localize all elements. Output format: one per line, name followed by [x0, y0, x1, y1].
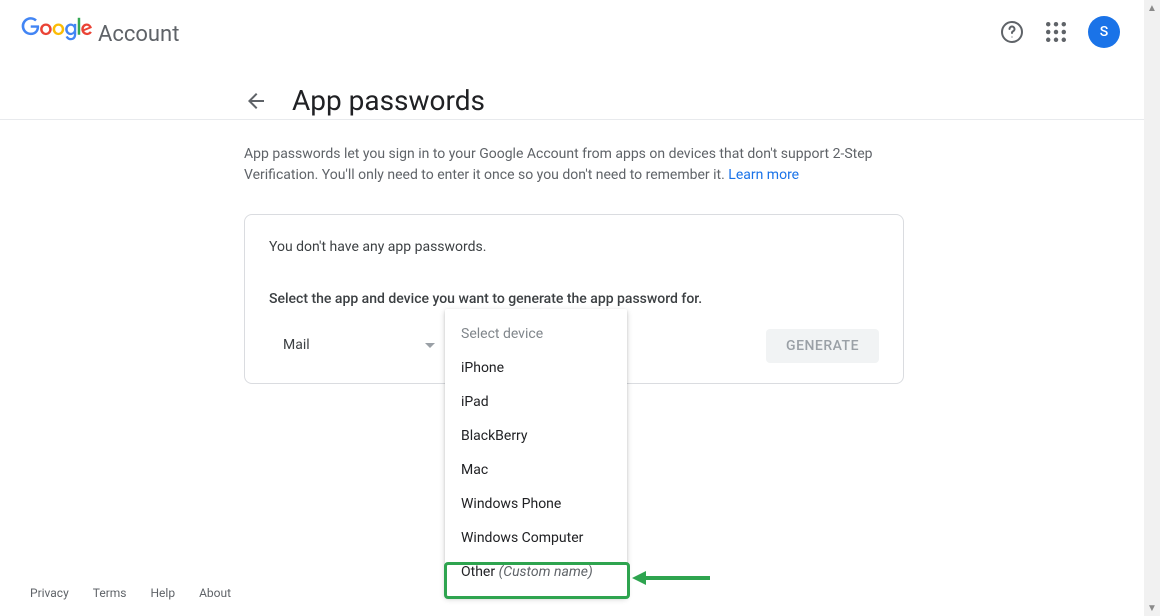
footer-link-about[interactable]: About: [199, 586, 231, 600]
other-hint: (Custom name): [499, 564, 593, 580]
instruction-text: Select the app and device you want to ge…: [269, 291, 879, 307]
header: Account S: [0, 0, 1144, 64]
device-option-windows-phone[interactable]: Windows Phone: [445, 487, 627, 521]
footer-link-privacy[interactable]: Privacy: [30, 586, 69, 600]
device-option-mac[interactable]: Mac: [445, 453, 627, 487]
scrollbar[interactable]: ▲ ▼: [1144, 0, 1160, 616]
page-description: App passwords let you sign in to your Go…: [244, 144, 904, 186]
select-device-dropdown-menu: Select device iPhone iPad BlackBerry Mac…: [445, 309, 627, 597]
annotation-arrow-icon: [632, 568, 712, 588]
footer-link-terms[interactable]: Terms: [93, 586, 127, 600]
generate-button[interactable]: GENERATE: [766, 329, 879, 363]
title-bar: App passwords: [0, 64, 1144, 120]
help-icon[interactable]: [1000, 20, 1024, 44]
other-label: Other: [461, 564, 499, 580]
status-text: You don't have any app passwords.: [269, 239, 879, 255]
device-option-ipad[interactable]: iPad: [445, 385, 627, 419]
footer: Privacy Terms Help About: [30, 586, 231, 600]
page-title: App passwords: [292, 84, 485, 117]
google-logo-icon: [20, 17, 94, 41]
select-device-placeholder: Select device: [445, 317, 627, 351]
avatar[interactable]: S: [1088, 16, 1120, 48]
select-app-dropdown[interactable]: Mail: [279, 331, 439, 359]
footer-link-help[interactable]: Help: [151, 586, 176, 600]
device-option-windows-computer[interactable]: Windows Computer: [445, 521, 627, 555]
scroll-up-icon[interactable]: ▲: [1144, 0, 1160, 16]
device-option-blackberry[interactable]: BlackBerry: [445, 419, 627, 453]
product-name: Account: [98, 22, 179, 47]
device-option-other[interactable]: Other (Custom name): [445, 555, 627, 589]
scroll-down-icon[interactable]: ▼: [1144, 600, 1160, 616]
apps-grid-icon[interactable]: [1044, 20, 1068, 44]
back-button[interactable]: [244, 89, 268, 113]
select-app-value: Mail: [283, 337, 310, 353]
chevron-down-icon: [425, 343, 435, 348]
device-option-iphone[interactable]: iPhone: [445, 351, 627, 385]
learn-more-link[interactable]: Learn more: [728, 167, 799, 183]
logo[interactable]: Account: [20, 17, 179, 47]
